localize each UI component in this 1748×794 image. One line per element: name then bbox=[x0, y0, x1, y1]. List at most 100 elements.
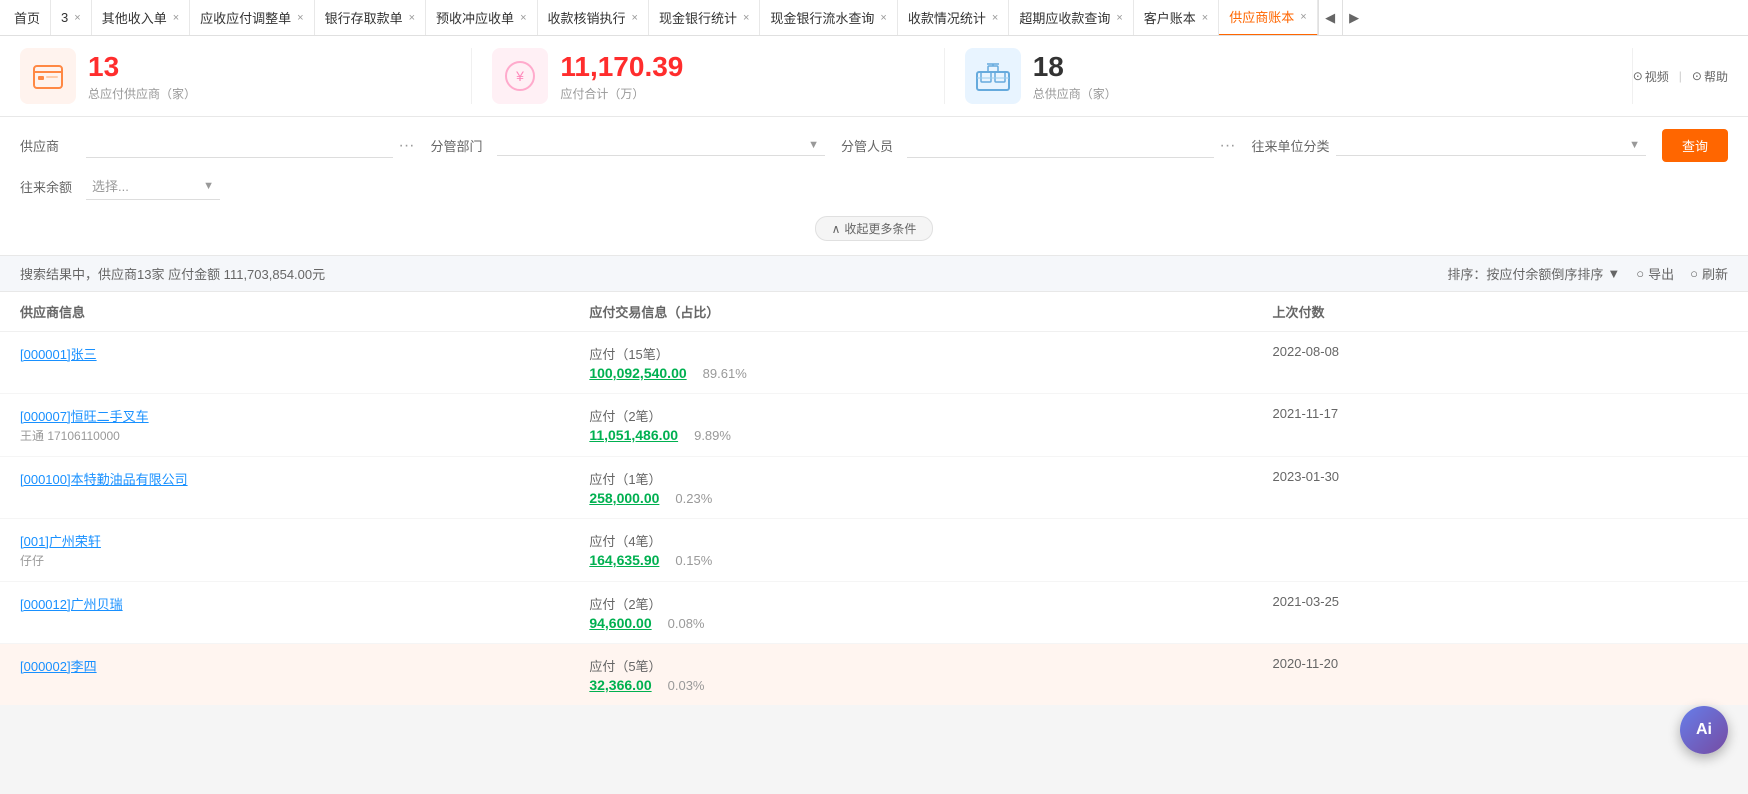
nav-tab-3-label: 3 bbox=[61, 10, 68, 25]
nav-tab-adjust-label: 应收应付调整单 bbox=[200, 8, 291, 27]
nav-tab-collection-stat-close[interactable]: × bbox=[992, 12, 998, 24]
transaction-detail-6: 应付（5笔） 32,366.00 0.03% bbox=[589, 656, 1272, 693]
last-payment-date-3: 2023-01-30 bbox=[1273, 469, 1340, 484]
refresh-button[interactable]: ○ 刷新 bbox=[1690, 264, 1728, 283]
nav-tab-collection-stat-label: 收款情况统计 bbox=[908, 8, 986, 27]
nav-tab-bank[interactable]: 银行存取款单 × bbox=[315, 0, 426, 36]
transaction-detail-3: 应付（1笔） 258,000.00 0.23% bbox=[589, 469, 1272, 506]
stat-payable-total: ¥ 11,170.39 应付合计（万） bbox=[472, 48, 944, 104]
nav-tab-customer-ledger[interactable]: 客户账本 × bbox=[1134, 0, 1219, 36]
balance-select-text: 选择... bbox=[92, 176, 203, 195]
ai-button-label: Ai bbox=[1696, 721, 1712, 739]
person-label: 分管人员 bbox=[841, 136, 901, 155]
dept-select[interactable]: ▼ bbox=[497, 135, 826, 156]
nav-tab-prepay[interactable]: 预收冲应收单 × bbox=[426, 0, 537, 36]
nav-tab-3[interactable]: 3 × bbox=[51, 0, 92, 36]
nav-tab-overdue[interactable]: 超期应收款查询 × bbox=[1009, 0, 1133, 36]
filter-supplier: 供应商 ··· bbox=[20, 134, 415, 158]
last-payment-date-5: 2021-03-25 bbox=[1273, 594, 1340, 609]
transaction-detail-2: 应付（2笔） 11,051,486.00 9.89% bbox=[589, 406, 1272, 443]
supplier-link-3[interactable]: [000100]本特勤油品有限公司 bbox=[20, 469, 589, 488]
nav-tab-other-income[interactable]: 其他收入单 × bbox=[92, 0, 190, 36]
transaction-detail-1: 应付（15笔） 100,092,540.00 89.61% bbox=[589, 344, 1272, 381]
supplier-info-6: [000002]李四 bbox=[20, 656, 589, 675]
table-row: [000001]张三 应付（15笔） 100,092,540.00 89.61%… bbox=[0, 332, 1748, 394]
dept-chevron-down-icon: ▼ bbox=[808, 139, 819, 151]
stat-icon-total: ¥ bbox=[492, 48, 548, 104]
query-button[interactable]: 查询 bbox=[1662, 129, 1728, 162]
nav-tab-bank-close[interactable]: × bbox=[409, 12, 415, 24]
nav-tab-home[interactable]: 首页 bbox=[4, 0, 51, 36]
trans-amount-2[interactable]: 11,051,486.00 bbox=[589, 427, 678, 443]
trans-percent-4: 0.15% bbox=[675, 553, 712, 568]
stat-suppliers-label: 总供应商（家） bbox=[1033, 85, 1117, 102]
links-divider: | bbox=[1679, 69, 1682, 83]
svg-text:¥: ¥ bbox=[515, 68, 524, 84]
nav-tab-payment-exec-close[interactable]: × bbox=[632, 12, 638, 24]
supplier-label: 供应商 bbox=[20, 136, 80, 155]
trans-label-5: 应付（2笔） bbox=[589, 594, 1272, 613]
supplier-link-5[interactable]: [000012]广州贝瑞 bbox=[20, 594, 589, 613]
stat-total-number: 11,170.39 bbox=[560, 50, 683, 84]
supplier-input[interactable] bbox=[86, 134, 393, 158]
nav-tab-cash-bank-stat-label: 现金银行统计 bbox=[659, 8, 737, 27]
nav-tab-collection-stat[interactable]: 收款情况统计 × bbox=[898, 0, 1009, 36]
stat-total-text: 11,170.39 应付合计（万） bbox=[560, 50, 683, 103]
collapse-bar: ∧ 收起更多条件 bbox=[20, 210, 1728, 243]
supplier-link-6[interactable]: [000002]李四 bbox=[20, 656, 589, 675]
nav-tab-payment-exec[interactable]: 收款核销执行 × bbox=[538, 0, 649, 36]
nav-tab-overdue-close[interactable]: × bbox=[1116, 12, 1122, 24]
trans-row-6: 32,366.00 0.03% bbox=[589, 677, 1272, 693]
dept-label: 分管部门 bbox=[431, 136, 491, 155]
transaction-detail-5: 应付（2笔） 94,600.00 0.08% bbox=[589, 594, 1272, 631]
nav-tab-adjust-close[interactable]: × bbox=[297, 12, 303, 24]
nav-tab-cash-bank-stat-close[interactable]: × bbox=[743, 12, 749, 24]
collapse-button[interactable]: ∧ 收起更多条件 bbox=[815, 216, 934, 241]
nav-tab-prepay-close[interactable]: × bbox=[520, 12, 526, 24]
nav-tab-3-close[interactable]: × bbox=[74, 12, 80, 24]
ai-button[interactable]: Ai bbox=[1680, 706, 1728, 754]
trans-label-4: 应付（4笔） bbox=[589, 531, 1272, 550]
trans-amount-1[interactable]: 100,092,540.00 bbox=[589, 365, 686, 381]
trans-percent-5: 0.08% bbox=[668, 616, 705, 631]
trans-amount-5[interactable]: 94,600.00 bbox=[589, 615, 651, 631]
trans-amount-6[interactable]: 32,366.00 bbox=[589, 677, 651, 693]
help-link[interactable]: ⊙ 帮助 bbox=[1692, 68, 1728, 85]
nav-tab-customer-ledger-close[interactable]: × bbox=[1202, 12, 1208, 24]
person-input[interactable] bbox=[907, 134, 1214, 158]
balance-select[interactable]: 选择... ▼ bbox=[86, 172, 220, 200]
top-navigation: 首页 3 × 其他收入单 × 应收应付调整单 × 银行存取款单 × 预收冲应收单… bbox=[0, 0, 1748, 36]
sort-select[interactable]: 排序：按应付余额倒序排序 ▼ bbox=[1447, 264, 1620, 283]
filter-row-1: 供应商 ··· 分管部门 ▼ 分管人员 ··· 往来单位分类 ▼ 查询 bbox=[20, 129, 1728, 162]
trans-row-1: 100,092,540.00 89.61% bbox=[589, 365, 1272, 381]
nav-prev-arrow[interactable]: ◀ bbox=[1318, 0, 1342, 36]
stat-total-label: 应付合计（万） bbox=[560, 85, 683, 102]
filter-balance: 往来余额 选择... ▼ bbox=[20, 172, 220, 200]
category-label: 往来单位分类 bbox=[1252, 136, 1330, 155]
nav-tab-cash-bank-flow[interactable]: 现金银行流水查询 × bbox=[760, 0, 897, 36]
nav-tab-supplier-ledger[interactable]: 供应商账本 × bbox=[1219, 0, 1317, 36]
nav-tab-adjust[interactable]: 应收应付调整单 × bbox=[190, 0, 314, 36]
nav-tab-supplier-ledger-close[interactable]: × bbox=[1300, 11, 1306, 23]
nav-tab-other-income-close[interactable]: × bbox=[173, 12, 179, 24]
last-payment-1: 2022-08-08 bbox=[1273, 344, 1728, 359]
trans-amount-3[interactable]: 258,000.00 bbox=[589, 490, 659, 506]
supplier-link-2[interactable]: [000007]恒旺二手叉车 bbox=[20, 406, 589, 425]
filter-bar: 供应商 ··· 分管部门 ▼ 分管人员 ··· 往来单位分类 ▼ 查询 bbox=[0, 117, 1748, 256]
nav-tab-payment-exec-label: 收款核销执行 bbox=[548, 8, 626, 27]
supplier-info-5: [000012]广州贝瑞 bbox=[20, 594, 589, 613]
trans-amount-4[interactable]: 164,635.90 bbox=[589, 552, 659, 568]
trans-label-1: 应付（15笔） bbox=[589, 344, 1272, 363]
supplier-info-2: [000007]恒旺二手叉车 王通 17106110000 bbox=[20, 406, 589, 444]
supplier-dots[interactable]: ··· bbox=[399, 137, 415, 155]
nav-tab-cash-bank-flow-close[interactable]: × bbox=[880, 12, 886, 24]
person-dots[interactable]: ··· bbox=[1220, 137, 1236, 155]
export-button[interactable]: ○ 导出 bbox=[1636, 264, 1674, 283]
supplier-link-1[interactable]: [000001]张三 bbox=[20, 344, 589, 363]
video-link[interactable]: ⊙ 视频 bbox=[1633, 68, 1669, 85]
category-select[interactable]: ▼ bbox=[1336, 135, 1646, 156]
supplier-link-4[interactable]: [001]广州荣轩 bbox=[20, 531, 589, 550]
nav-tab-cash-bank-stat[interactable]: 现金银行统计 × bbox=[649, 0, 760, 36]
nav-tab-overdue-label: 超期应收款查询 bbox=[1019, 8, 1110, 27]
nav-next-arrow[interactable]: ▶ bbox=[1342, 0, 1366, 36]
